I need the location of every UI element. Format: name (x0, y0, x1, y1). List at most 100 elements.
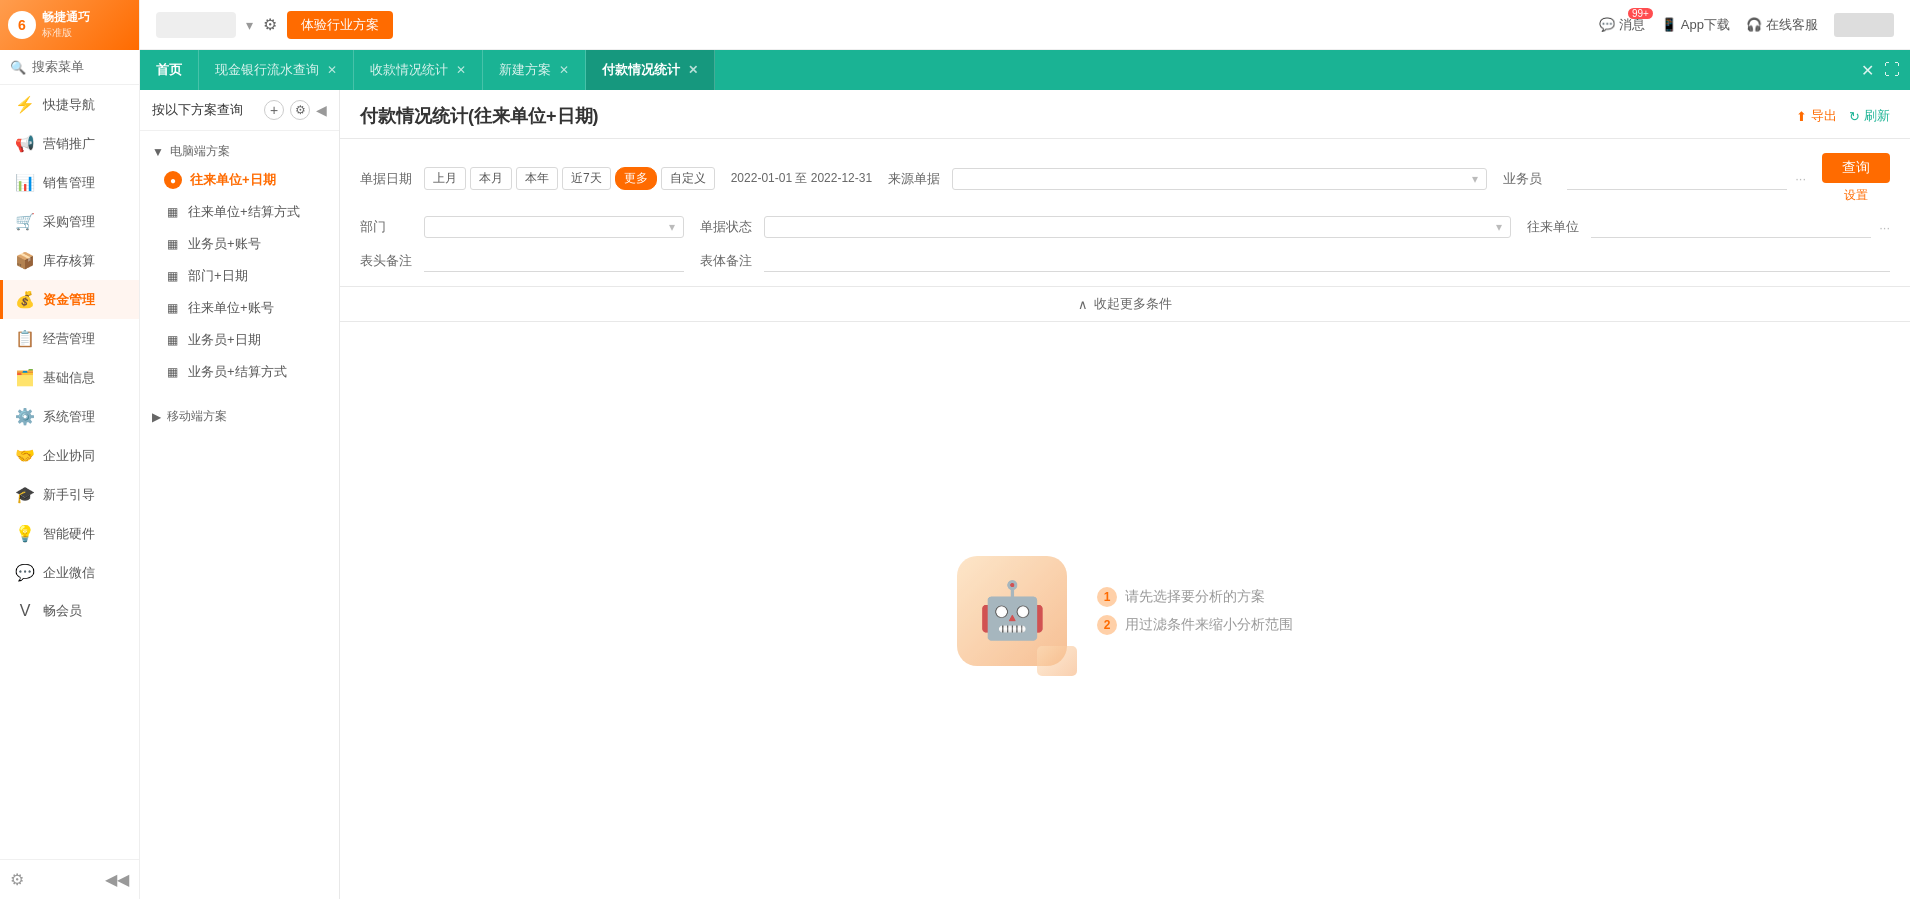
trial-industry-button[interactable]: 体验行业方案 (287, 11, 393, 39)
sidebar: 6 畅捷通巧 标准版 🔍 搜索菜单 ⚡ 快捷导航 📢 营销推广 📊 销售管理 🛒… (0, 0, 140, 899)
newuser-label: 新手引导 (43, 486, 95, 504)
sidebar-item-purchase[interactable]: 🛒 采购管理 (0, 202, 139, 241)
empty-tip-1: 1 请先选择要分析的方案 (1097, 587, 1293, 607)
collapse-more-bar[interactable]: ∧ 收起更多条件 (340, 287, 1910, 322)
sidebar-footer: ⚙ ◀◀ (0, 859, 139, 899)
scheme-group-mobile-title[interactable]: ▶ 移动端方案 (140, 404, 339, 429)
sales-icon: 📊 (15, 173, 35, 192)
fullscreen-button[interactable]: ⛶ (1884, 61, 1900, 79)
table-header-note-input[interactable] (424, 250, 684, 272)
scheme-salesman-account-label: 业务员+账号 (188, 235, 261, 253)
quick-nav-label: 快捷导航 (43, 96, 95, 114)
filter-row-2: 部门 ▾ 单据状态 ▾ 往来单位 (360, 216, 1890, 238)
date-btn-this-year[interactable]: 本年 (516, 167, 558, 190)
topbar-dropdown-icon[interactable]: ▾ (246, 17, 253, 33)
scheme-salesman-date-label: 业务员+日期 (188, 331, 261, 349)
date-btn-more[interactable]: 更多 (615, 167, 657, 190)
scheme-item-contact-account[interactable]: ▦ 往来单位+账号 (140, 292, 339, 324)
search-menu[interactable]: 🔍 搜索菜单 (0, 50, 139, 85)
smart-hw-label: 智能硬件 (43, 525, 95, 543)
salesman-ellipsis-icon[interactable]: ··· (1795, 171, 1806, 186)
scheme-item-salesman-date[interactable]: ▦ 业务员+日期 (140, 324, 339, 356)
finance-icon: 💰 (15, 290, 35, 309)
tab-bank-flow[interactable]: 现金银行流水查询 ✕ (199, 50, 354, 90)
contact-input[interactable] (1591, 216, 1871, 238)
topbar: ▾ ⚙ 体验行业方案 💬 消息 99+ 📱 App下载 🎧 在线客服 (140, 0, 1910, 50)
sidebar-item-basics[interactable]: 🗂️ 基础信息 (0, 358, 139, 397)
table-header-note-label: 表头备注 (360, 252, 416, 270)
sidebar-collapse-btn[interactable]: ◀◀ (105, 870, 129, 889)
sidebar-item-sales[interactable]: 📊 销售管理 (0, 163, 139, 202)
sidebar-item-vip[interactable]: V 畅会员 (0, 592, 139, 630)
export-button[interactable]: ⬆ 导出 (1796, 107, 1837, 125)
source-filter-group: 来源单据 ▾ (888, 168, 1487, 190)
wechat-icon: 💬 (15, 563, 35, 582)
sidebar-item-quick-nav[interactable]: ⚡ 快捷导航 (0, 85, 139, 124)
edition-label: 标准版 (42, 26, 90, 40)
scheme-item-salesman-account[interactable]: ▦ 业务员+账号 (140, 228, 339, 260)
tip-text-1: 请先选择要分析的方案 (1125, 588, 1265, 606)
refresh-button[interactable]: ↻ 刷新 (1849, 107, 1890, 125)
empty-state: 🤖 1 请先选择要分析的方案 2 用过滤条件来缩小分析范围 (340, 322, 1910, 899)
tab-payment-stats[interactable]: 付款情况统计 ✕ (586, 50, 715, 90)
empty-robot-illustration: 🤖 (957, 556, 1067, 666)
service-icon: 🎧 (1746, 17, 1762, 32)
tab-receivable-close[interactable]: ✕ (456, 63, 466, 77)
date-btn-last-month[interactable]: 上月 (424, 167, 466, 190)
date-btn-custom[interactable]: 自定义 (661, 167, 715, 190)
sidebar-item-inventory[interactable]: 📦 库存核算 (0, 241, 139, 280)
scheme-header-actions: + ⚙ ◀ (264, 100, 327, 120)
scheme-settings-button[interactable]: ⚙ (290, 100, 310, 120)
tab-receivable-stats[interactable]: 收款情况统计 ✕ (354, 50, 483, 90)
query-actions: 查询 设置 (1822, 153, 1890, 204)
filter-settings-link[interactable]: 设置 (1822, 187, 1890, 204)
scheme-group-desktop-title[interactable]: ▼ 电脑端方案 (140, 139, 339, 164)
scheme-item-dept-date[interactable]: ▦ 部门+日期 (140, 260, 339, 292)
scheme-dept-date-icon: ▦ (164, 268, 180, 284)
table-body-note-input[interactable] (764, 250, 1890, 272)
scheme-add-button[interactable]: + (264, 100, 284, 120)
sidebar-item-wechat[interactable]: 💬 企业微信 (0, 553, 139, 592)
table-body-note-label: 表体备注 (700, 252, 756, 270)
sidebar-item-system[interactable]: ⚙️ 系统管理 (0, 397, 139, 436)
scheme-item-contact-settle[interactable]: ▦ 往来单位+结算方式 (140, 196, 339, 228)
date-btn-last-7[interactable]: 近7天 (562, 167, 611, 190)
wechat-label: 企业微信 (43, 564, 95, 582)
tab-payment-stats-close[interactable]: ✕ (688, 63, 698, 77)
date-btn-this-month[interactable]: 本月 (470, 167, 512, 190)
tab-bank-flow-close[interactable]: ✕ (327, 63, 337, 77)
app-download-button[interactable]: 📱 App下载 (1661, 16, 1730, 34)
newuser-icon: 🎓 (15, 485, 35, 504)
tab-new-scheme[interactable]: 新建方案 ✕ (483, 50, 586, 90)
scheme-item-contact-date[interactable]: ● 往来单位+日期 (140, 164, 339, 196)
scheme-group-desktop-label: 电脑端方案 (170, 143, 230, 160)
sidebar-item-smart-hw[interactable]: 💡 智能硬件 (0, 514, 139, 553)
topbar-settings-icon[interactable]: ⚙ (263, 15, 277, 34)
scheme-salesman-account-icon: ▦ (164, 236, 180, 252)
dept-select[interactable]: ▾ (424, 216, 684, 238)
brand-info: 畅捷通巧 标准版 (42, 10, 90, 40)
sidebar-item-operations[interactable]: 📋 经营管理 (0, 319, 139, 358)
user-avatar[interactable] (1834, 13, 1894, 37)
sidebar-footer-settings[interactable]: ⚙ (10, 870, 24, 889)
contact-ellipsis-icon[interactable]: ··· (1879, 220, 1890, 235)
salesman-input[interactable] (1567, 168, 1787, 190)
voucher-status-select[interactable]: ▾ (764, 216, 1511, 238)
scheme-item-salesman-settle[interactable]: ▦ 业务员+结算方式 (140, 356, 339, 388)
sidebar-header: 6 畅捷通巧 标准版 (0, 0, 139, 50)
sidebar-item-cooperation[interactable]: 🤝 企业协同 (0, 436, 139, 475)
messages-button[interactable]: 💬 消息 99+ (1599, 16, 1645, 34)
source-select[interactable]: ▾ (952, 168, 1487, 190)
close-all-tabs-button[interactable]: ✕ (1861, 61, 1874, 80)
query-button[interactable]: 查询 (1822, 153, 1890, 183)
scheme-collapse-button[interactable]: ◀ (316, 102, 327, 118)
tip-text-2: 用过滤条件来缩小分析范围 (1125, 616, 1293, 634)
sidebar-item-finance[interactable]: 💰 资金管理 (0, 280, 139, 319)
tab-new-scheme-close[interactable]: ✕ (559, 63, 569, 77)
online-service-button[interactable]: 🎧 在线客服 (1746, 16, 1818, 34)
messages-badge: 99+ (1628, 8, 1653, 19)
sidebar-item-marketing[interactable]: 📢 营销推广 (0, 124, 139, 163)
tab-home[interactable]: 首页 (140, 50, 199, 90)
sidebar-item-newuser[interactable]: 🎓 新手引导 (0, 475, 139, 514)
empty-tip-2: 2 用过滤条件来缩小分析范围 (1097, 615, 1293, 635)
